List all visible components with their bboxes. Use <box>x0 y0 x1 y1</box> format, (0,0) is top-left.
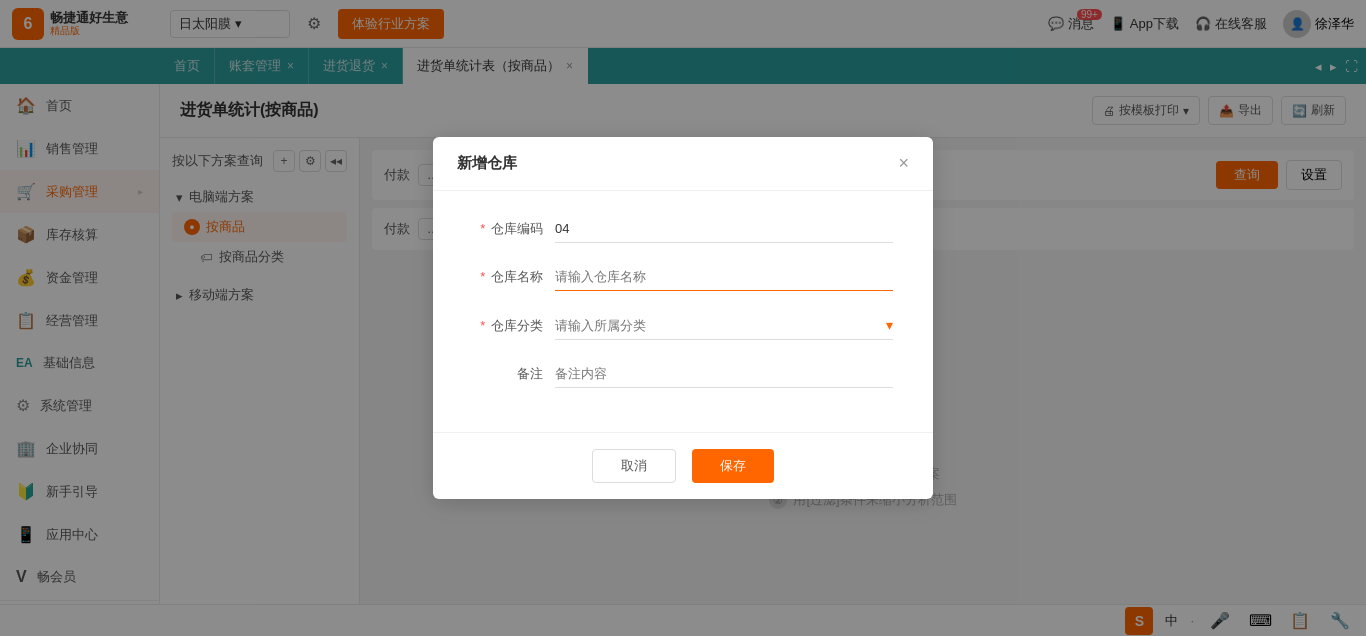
modal-body: * 仓库编码 * 仓库名称 * 仓库分类 ▾ <box>433 191 933 432</box>
save-button[interactable]: 保存 <box>692 449 774 483</box>
form-row-name: * 仓库名称 <box>473 263 893 291</box>
category-label: * 仓库分类 <box>473 317 543 335</box>
required-star-code: * <box>480 221 485 236</box>
form-row-category: * 仓库分类 ▾ <box>473 311 893 340</box>
warehouse-code-input[interactable] <box>555 215 893 243</box>
remark-label: 备注 <box>473 365 543 383</box>
required-star-category: * <box>480 318 485 333</box>
modal-title: 新增仓库 <box>457 154 517 173</box>
required-star-name: * <box>480 269 485 284</box>
form-row-remark: 备注 <box>473 360 893 388</box>
category-select-input[interactable] <box>555 318 886 333</box>
remark-input[interactable] <box>555 360 893 388</box>
name-label: * 仓库名称 <box>473 268 543 286</box>
cancel-button[interactable]: 取消 <box>592 449 676 483</box>
modal-header: 新增仓库 × <box>433 137 933 191</box>
category-select-wrapper[interactable]: ▾ <box>555 311 893 340</box>
modal-footer: 取消 保存 <box>433 432 933 499</box>
modal-close-button[interactable]: × <box>898 153 909 174</box>
warehouse-name-input[interactable] <box>555 263 893 291</box>
code-label: * 仓库编码 <box>473 220 543 238</box>
form-row-code: * 仓库编码 <box>473 215 893 243</box>
modal-overlay[interactable]: 新增仓库 × * 仓库编码 * 仓库名称 * <box>0 0 1366 636</box>
new-warehouse-modal: 新增仓库 × * 仓库编码 * 仓库名称 * <box>433 137 933 499</box>
category-chevron-icon: ▾ <box>886 317 893 333</box>
